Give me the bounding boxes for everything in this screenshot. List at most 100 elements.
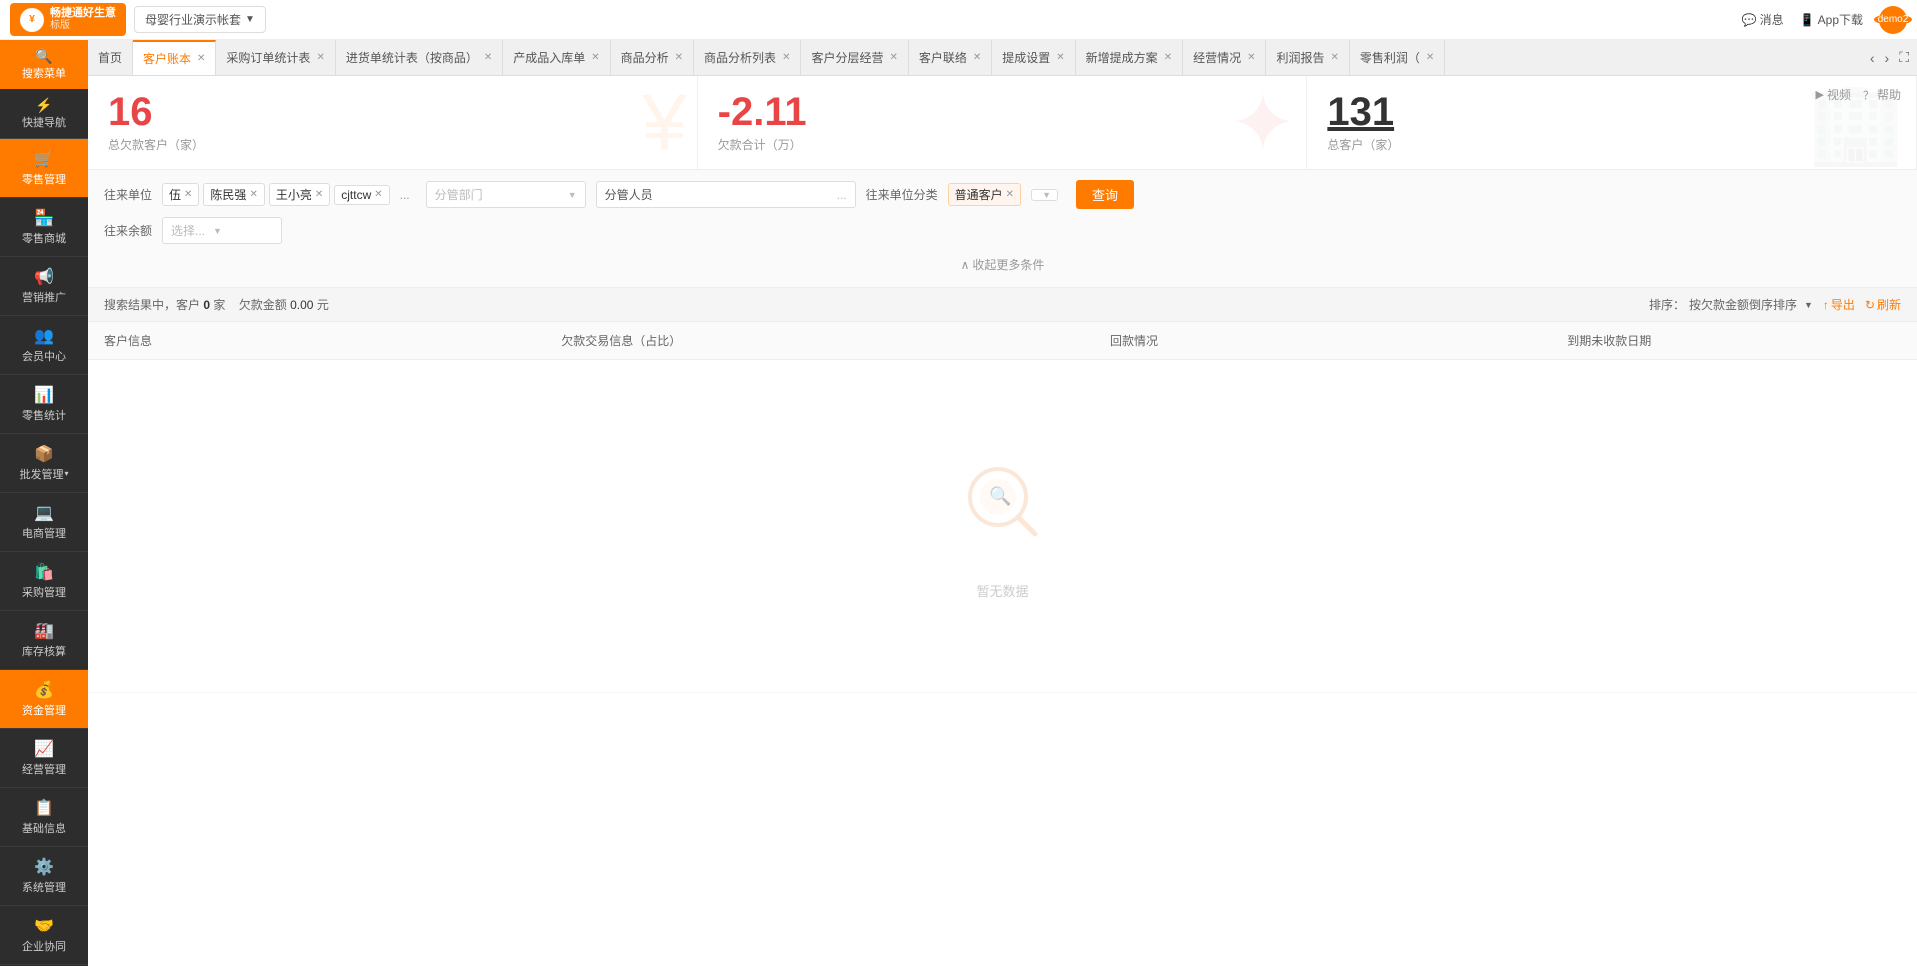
tab-ops-status[interactable]: 经营情况 ✕ <box>1183 40 1266 75</box>
tab-close-customer-accounts[interactable]: ✕ <box>197 53 205 64</box>
capital-icon: 💰 <box>6 680 82 700</box>
dept-filter-select[interactable]: 分管部门 ▼ <box>426 181 586 208</box>
tab-close-ops-status[interactable]: ✕ <box>1247 52 1255 63</box>
sidebar-search[interactable]: 🔍 搜索菜单 <box>0 40 88 89</box>
tab-close-customer-tier[interactable]: ✕ <box>889 52 897 63</box>
stats-help-links: ▶ 视频 ？ 帮助 <box>1816 86 1902 103</box>
sidebar-item-ecom-mgmt[interactable]: 💻 电商管理 <box>0 493 88 552</box>
export-btn[interactable]: ↑ 导出 <box>1823 296 1855 313</box>
collapse-btn[interactable]: ∧ 收起更多条件 <box>961 256 1045 273</box>
tab-prev-btn[interactable]: ‹ <box>1866 48 1879 68</box>
tab-home[interactable]: 首页 <box>88 40 133 75</box>
arrow-icon: ▾ <box>64 469 68 478</box>
sidebar-item-capital-mgmt[interactable]: 💰 资金管理 <box>0 670 88 729</box>
help-btn[interactable]: ？ 帮助 <box>1863 86 1901 103</box>
filter-tag-cjttcw[interactable]: cjttcw ✕ <box>334 185 389 205</box>
tab-inventory-stats[interactable]: 进货单统计表（按商品） ✕ <box>336 40 503 75</box>
sidebar-item-member-center[interactable]: 👥 会员中心 <box>0 316 88 375</box>
retail-mall-icon: 🏪 <box>6 208 82 228</box>
tab-profit-report[interactable]: 利润报告 ✕ <box>1266 40 1349 75</box>
tab-new-raise-plan[interactable]: 新增提成方案 ✕ <box>1076 40 1183 75</box>
filter-tag-normal-customer[interactable]: 普通客户 ✕ <box>948 183 1021 206</box>
tab-customer-contact[interactable]: 客户联络 ✕ <box>909 40 992 75</box>
tab-customer-tier[interactable]: 客户分层经营 ✕ <box>801 40 908 75</box>
store-selector[interactable]: 母婴行业演示帐套 ▼ <box>134 6 266 33</box>
app-download-btn[interactable]: 📱 App下载 <box>1800 11 1863 28</box>
filter-row-1: 往来单位 伍 ✕ 陈民强 ✕ 王小亮 ✕ <box>104 180 1901 209</box>
message-icon: 💬 <box>1742 13 1757 27</box>
unit-type-chevron-icon: ▼ <box>1042 190 1051 200</box>
refresh-btn[interactable]: ↻ 刷新 <box>1865 296 1901 313</box>
chevron-up-icon: ∧ <box>961 258 970 272</box>
sidebar-item-retail-stats[interactable]: 📊 零售统计 <box>0 375 88 434</box>
filter-tag-wu[interactable]: 伍 ✕ <box>162 183 199 206</box>
tab-close-purchase-order[interactable]: ✕ <box>316 52 324 63</box>
message-btn[interactable]: 💬 消息 <box>1742 11 1784 28</box>
filter-tag-chen[interactable]: 陈民强 ✕ <box>203 183 264 206</box>
tab-customer-accounts[interactable]: 客户账本 ✕ <box>133 40 216 75</box>
tab-product-analysis-list[interactable]: 商品分析列表 ✕ <box>694 40 801 75</box>
tab-purchase-order-stats[interactable]: 采购订单统计表 ✕ <box>216 40 335 75</box>
remove-tag-wang[interactable]: ✕ <box>315 189 323 200</box>
download-icon: 📱 <box>1800 13 1815 27</box>
tab-production-receipt[interactable]: 产成品入库单 ✕ <box>503 40 610 75</box>
sidebar-item-batch-mgmt[interactable]: 📦 批发管理 ▾ <box>0 434 88 493</box>
sidebar-item-purchase-mgmt[interactable]: 🛍️ 采购管理 <box>0 552 88 611</box>
sidebar-item-retail-mgmt[interactable]: 🛒 零售管理 <box>0 139 88 198</box>
tab-retail-profit[interactable]: 零售利润（ ✕ <box>1350 40 1445 75</box>
sidebar-item-retail-mall[interactable]: 🏪 零售商城 <box>0 198 88 257</box>
balance-filter-select[interactable]: 选择... ▼ <box>162 217 282 244</box>
dept-filter-label-inner: 分管部门 <box>435 186 483 203</box>
stat-value-customers: 16 <box>108 92 153 132</box>
sidebar-item-system-mgmt[interactable]: ⚙️ 系统管理 <box>0 847 88 906</box>
sort-select[interactable]: 排序： 按欠款金额倒序排序 ▼ <box>1649 296 1813 313</box>
tab-raise-settings[interactable]: 提成设置 ✕ <box>992 40 1075 75</box>
unit-type-filter-tags: 普通客户 ✕ <box>948 183 1021 206</box>
balance-placeholder: 选择... <box>171 222 205 239</box>
unit-type-label: 往来单位分类 <box>866 186 938 203</box>
balance-chevron-icon: ▼ <box>213 226 222 236</box>
tab-expand-btn[interactable]: ⛶ <box>1895 47 1913 68</box>
empty-state-cell: 🔍 暂无数据 <box>88 360 1917 693</box>
video-help-btn[interactable]: ▶ 视频 <box>1816 86 1851 103</box>
filter-tag-wang[interactable]: 王小亮 ✕ <box>269 183 330 206</box>
tab-close-product-analysis[interactable]: ✕ <box>675 52 683 63</box>
remove-tag-chen[interactable]: ✕ <box>249 189 257 200</box>
tab-close-raise-settings[interactable]: ✕ <box>1056 52 1064 63</box>
remove-tag-wu[interactable]: ✕ <box>184 189 192 200</box>
tab-product-analysis[interactable]: 商品分析 ✕ <box>611 40 694 75</box>
tab-close-production[interactable]: ✕ <box>591 52 599 63</box>
avatar[interactable]: demo2 <box>1879 6 1907 34</box>
enterprise-icon: 🤝 <box>6 916 82 936</box>
filter-tag-more[interactable]: ... <box>394 186 416 204</box>
tab-next-btn[interactable]: › <box>1881 48 1894 68</box>
unit-type-dropdown[interactable]: ▼ <box>1031 189 1058 201</box>
filter-row-2: 往来余额 选择... ▼ <box>104 217 1901 244</box>
tab-close-new-raise[interactable]: ✕ <box>1164 52 1172 63</box>
col-repay-info: 回款情况 <box>1094 322 1551 360</box>
tab-close-inventory[interactable]: ✕ <box>484 52 492 63</box>
collapse-row: ∧ 收起更多条件 <box>104 252 1901 277</box>
chevron-down-icon: ▼ <box>245 14 255 25</box>
sidebar-item-basic-info[interactable]: 📋 基础信息 <box>0 788 88 847</box>
sidebar-item-inventory[interactable]: 🏭 库存核算 <box>0 611 88 670</box>
remove-tag-normal-customer[interactable]: ✕ <box>1006 189 1014 200</box>
top-bar: ¥ 畅捷通好生意 标版 母婴行业演示帐套 ▼ 💬 消息 📱 App下载 demo… <box>0 0 1917 40</box>
tab-close-retail-profit[interactable]: ✕ <box>1426 52 1434 63</box>
tab-close-product-list[interactable]: ✕ <box>782 52 790 63</box>
unit-filter-label: 往来单位 <box>104 186 152 203</box>
person-filter-input[interactable]: 分管人员 ... <box>596 181 856 208</box>
col-debt-info: 欠款交易信息（占比） <box>545 322 1094 360</box>
query-button[interactable]: 查询 <box>1076 180 1134 209</box>
table-body: 🔍 暂无数据 <box>88 360 1917 693</box>
purchase-icon: 🛍️ <box>6 562 82 582</box>
tab-close-profit-report[interactable]: ✕ <box>1331 52 1339 63</box>
export-icon: ↑ <box>1823 298 1829 312</box>
tab-close-customer-contact[interactable]: ✕ <box>973 52 981 63</box>
sidebar-item-marketing[interactable]: 📢 营销推广 <box>0 257 88 316</box>
remove-tag-cjttcw[interactable]: ✕ <box>374 189 382 200</box>
sidebar-item-ops-mgmt[interactable]: 📈 经营管理 <box>0 729 88 788</box>
results-text: 搜索结果中，客户 0 家 欠款金额 0.00 元 <box>104 296 329 313</box>
sidebar-item-enterprise-coop[interactable]: 🤝 企业协同 <box>0 906 88 965</box>
sidebar-quick-nav[interactable]: ⚡ 快捷导航 <box>0 89 88 139</box>
